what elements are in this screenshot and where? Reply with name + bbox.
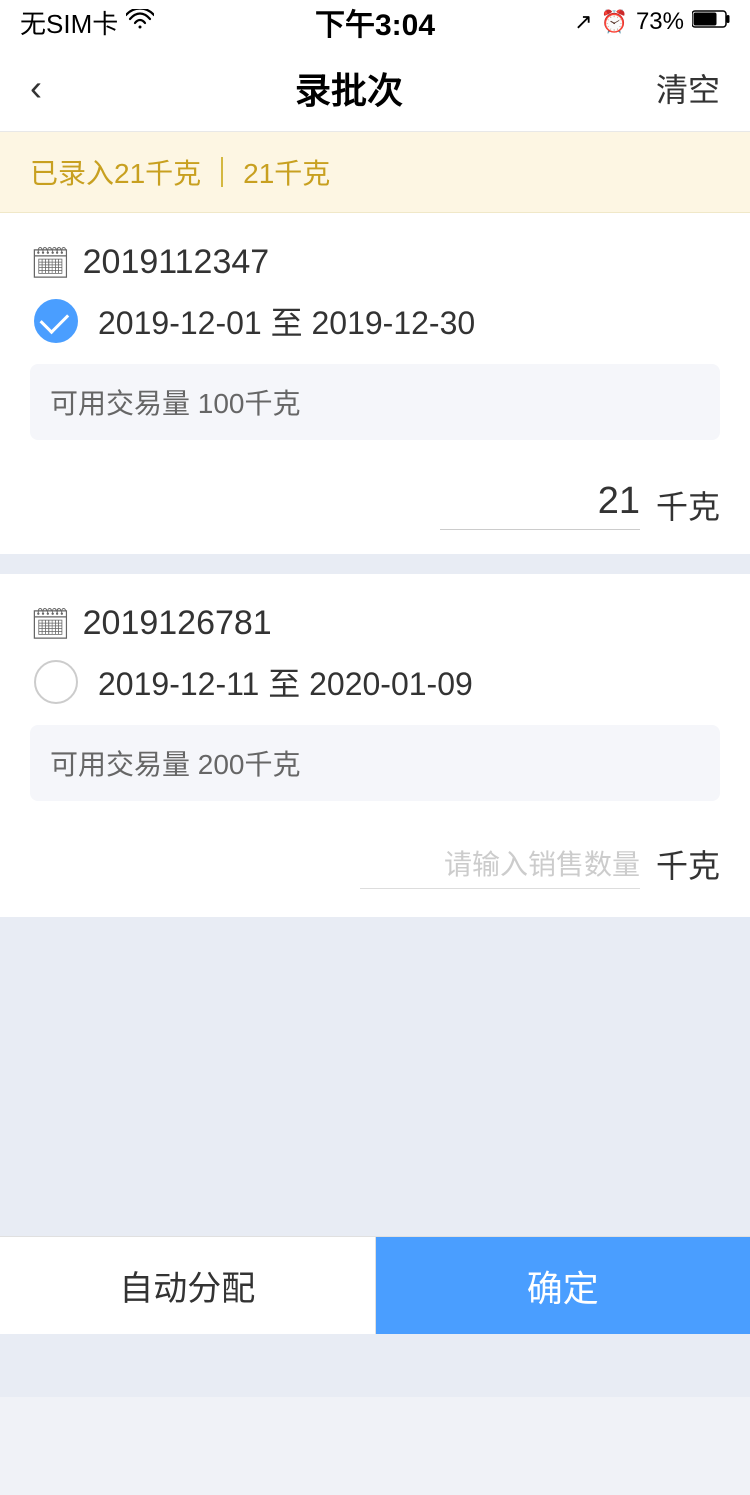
quantity-display-1: 21	[440, 480, 640, 530]
nav-bar: ‹ 录批次 清空	[0, 44, 750, 132]
batch-item-1: 🗓 2019112347 2019-12-01 至 2019-12-30 可用交…	[0, 213, 750, 554]
back-button[interactable]: ‹	[30, 67, 42, 109]
carrier-text: 无SIM卡	[20, 4, 118, 41]
batch-date-2: 2019-12-11 至 2020-01-09	[98, 659, 473, 705]
batch-number-1: 2019112347	[83, 243, 270, 282]
status-time: 下午3:04	[315, 0, 435, 44]
quantity-unit-2: 千克	[656, 841, 720, 893]
quantity-input-2[interactable]	[360, 845, 640, 889]
batch-header-1: 🗓 2019112347	[30, 243, 720, 282]
footer: 自动分配 确定	[0, 1236, 750, 1334]
quantity-unit-1: 千克	[656, 482, 720, 528]
batch-available-2: 可用交易量 200千克	[30, 725, 720, 801]
batch-date-1: 2019-12-01 至 2019-12-30	[98, 298, 475, 344]
info-divider	[221, 157, 223, 187]
batch-icon-1: 🗓	[30, 244, 71, 282]
quantity-row-1: 21 千克	[30, 460, 720, 554]
card-separator-1	[0, 554, 750, 574]
page-title: 录批次	[295, 62, 403, 114]
batch-item-2: 🗓 2019126781 2019-12-11 至 2020-01-09 可用交…	[0, 574, 750, 917]
batch-header-2: 🗓 2019126781	[30, 604, 720, 643]
clear-button[interactable]: 清空	[656, 65, 720, 111]
status-bar: 无SIM卡 下午3:04 ↗ ⏰ 73%	[0, 0, 750, 44]
quantity-value-1: 21	[598, 480, 640, 523]
batch-row-2: 2019-12-11 至 2020-01-09	[30, 659, 720, 705]
battery-text: 73%	[636, 8, 684, 36]
info-banner: 已录入21千克 21千克	[0, 132, 750, 213]
recorded-label: 已录入21千克	[30, 152, 201, 192]
batch-icon-2: 🗓	[30, 605, 71, 643]
alarm-icon: ⏰	[601, 9, 628, 35]
radio-button-1[interactable]	[34, 299, 78, 343]
location-icon: ↗	[574, 9, 592, 35]
radio-button-2[interactable]	[34, 660, 78, 704]
total-label: 21千克	[243, 152, 330, 192]
input-row-2: 千克	[30, 821, 720, 917]
status-left: 无SIM卡	[20, 4, 154, 41]
batch-row-1: 2019-12-01 至 2019-12-30	[30, 298, 720, 344]
battery-icon	[692, 8, 730, 36]
auto-distribute-button[interactable]: 自动分配	[0, 1237, 376, 1334]
confirm-button[interactable]: 确定	[376, 1237, 750, 1334]
batch-number-2: 2019126781	[83, 604, 272, 643]
status-right: ↗ ⏰ 73%	[574, 8, 730, 36]
batch-available-1: 可用交易量 100千克	[30, 364, 720, 440]
wifi-icon	[126, 7, 154, 38]
